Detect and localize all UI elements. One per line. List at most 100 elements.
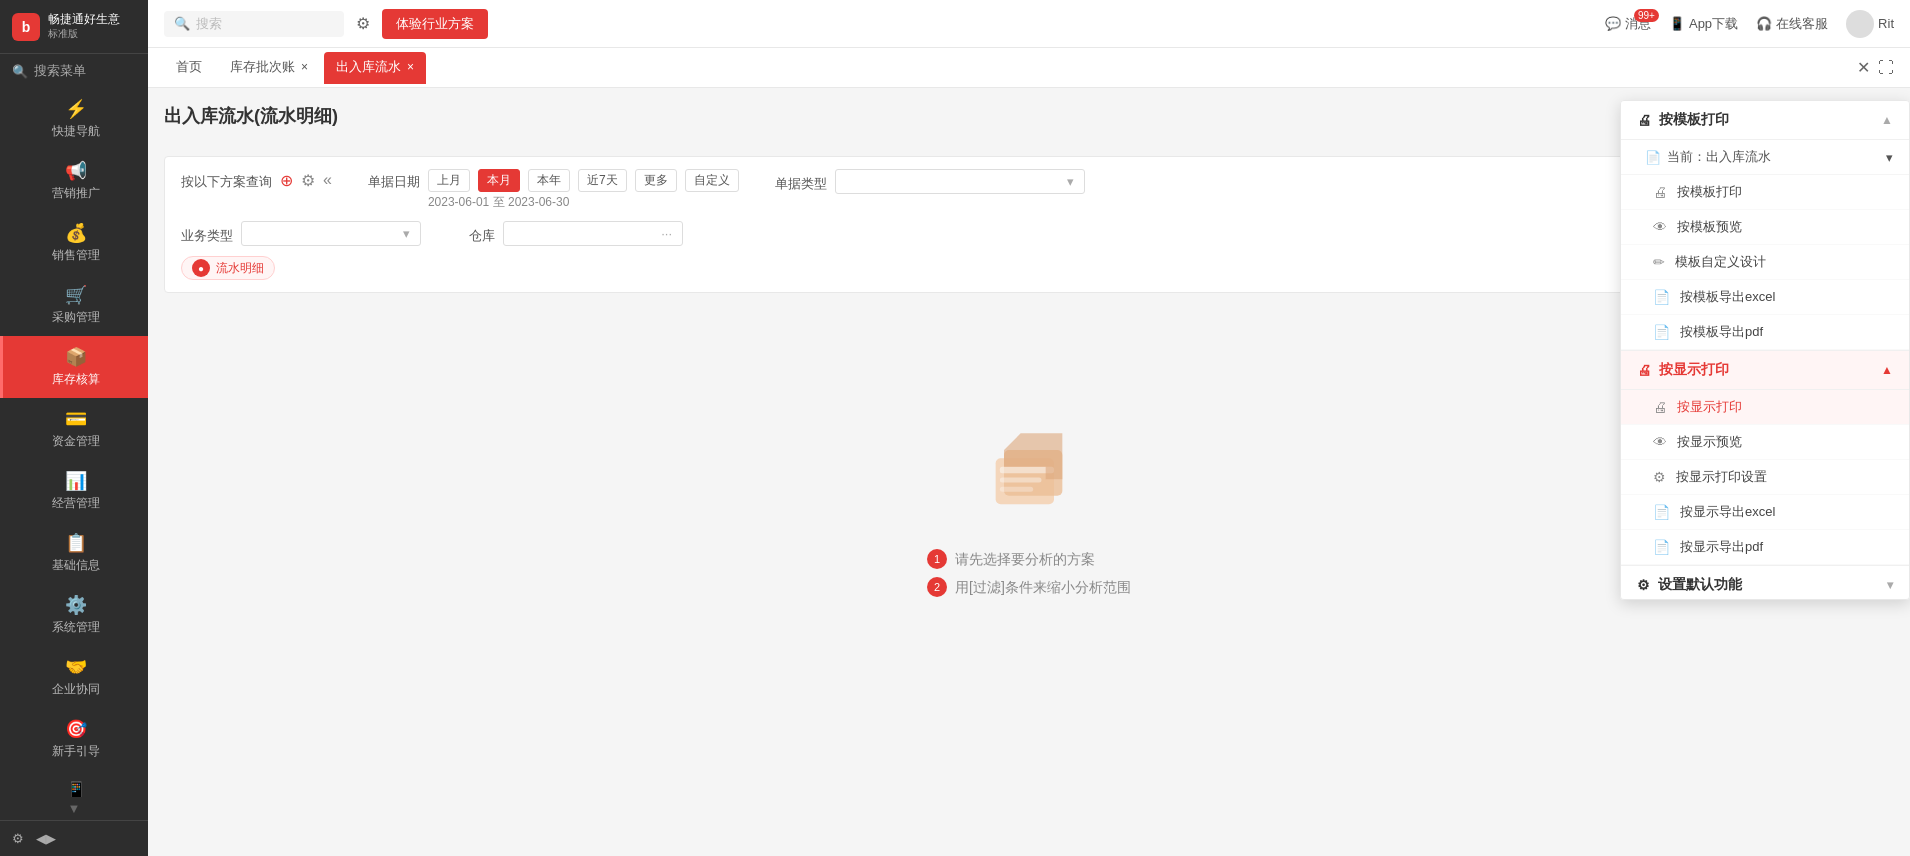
sidebar-item-basic[interactable]: 📋 基础信息 [0, 522, 148, 584]
logo-icon: b [12, 13, 40, 41]
dropdown-item-template-export-pdf[interactable]: 📄 按模板导出pdf [1621, 315, 1909, 350]
sidebar-item-finance[interactable]: 💳 资金管理 [0, 398, 148, 460]
current-template-arrow: ▾ [1886, 150, 1893, 165]
search-menu[interactable]: 🔍 搜索菜单 [0, 54, 148, 88]
pdf-item-icon1: 📄 [1653, 324, 1670, 340]
maximize-icon[interactable]: ⛶ [1878, 59, 1894, 77]
set-default-arrow: ▾ [1887, 578, 1893, 592]
display-settings-icon: ⚙ [1653, 469, 1666, 485]
warehouse-label: 仓库 [469, 223, 495, 245]
pdf-item-icon2: 📄 [1653, 539, 1670, 555]
quick-nav-icon: ⚡ [65, 98, 87, 120]
sidebar-item-label: 企业协同 [52, 681, 100, 698]
dropdown-item-display-print[interactable]: 🖨 按显示打印 [1621, 390, 1909, 425]
filter-tag: ● 流水明细 [181, 256, 275, 280]
dropdown-item-template-print[interactable]: 🖨 按模板打印 [1621, 175, 1909, 210]
dropdown-item-template-preview[interactable]: 👁 按模板预览 [1621, 210, 1909, 245]
header-search-box[interactable]: 🔍 搜索 [164, 11, 344, 37]
display-print-section-header[interactable]: 🖨 按显示打印 ▲ [1621, 351, 1909, 390]
sidebar-item-label: 销售管理 [52, 247, 100, 264]
preview-item-icon: 👁 [1653, 219, 1667, 235]
date-btn-7days[interactable]: 近7天 [578, 169, 627, 192]
date-btn-this-year[interactable]: 本年 [528, 169, 570, 192]
filter-settings-icon[interactable]: ⚙ [301, 171, 315, 190]
sidebar-item-collab[interactable]: 🤝 企业协同 [0, 646, 148, 708]
tab-home-label: 首页 [176, 58, 202, 76]
add-filter-btn[interactable]: ⊕ [280, 171, 293, 190]
sidebar-nav: ⚡ 快捷导航 📢 营销推广 💰 销售管理 🛒 采购管理 📦 库存核算 💳 资金管… [0, 88, 148, 797]
system-icon: ⚙️ [65, 594, 87, 616]
dropdown-item-template-customize[interactable]: ✏ 模板自定义设计 [1621, 245, 1909, 280]
current-template[interactable]: 📄 当前：出入库流水 ▾ [1621, 140, 1909, 175]
sidebar-item-system[interactable]: ⚙️ 系统管理 [0, 584, 148, 646]
tab-flow-label: 出入库流水 [336, 58, 401, 76]
settings-icon[interactable]: ⚙ [12, 831, 24, 846]
online-service-label: 在线客服 [1776, 15, 1828, 33]
set-default-section[interactable]: ⚙ 设置默认功能 ▾ [1621, 566, 1909, 600]
header-gear-icon[interactable]: ⚙ [356, 14, 370, 33]
excel-item-icon1: 📄 [1653, 289, 1670, 305]
dropdown-header-arrow: ▲ [1881, 113, 1893, 127]
sidebar-item-label: 基础信息 [52, 557, 100, 574]
sidebar-item-apps[interactable]: 📱 应用中心 [0, 770, 148, 797]
page-title: 出入库流水(流水明细) [164, 104, 338, 128]
customize-item-icon: ✏ [1653, 254, 1665, 270]
dropdown-item-template-export-excel[interactable]: 📄 按模板导出excel [1621, 280, 1909, 315]
tab-flow-close[interactable]: × [407, 60, 414, 74]
sidebar-item-label: 经营管理 [52, 495, 100, 512]
tag-label: 流水明细 [216, 260, 264, 277]
dropdown-item-display-export-excel[interactable]: 📄 按显示导出excel [1621, 495, 1909, 530]
doc-type-select[interactable]: ▾ [835, 169, 1085, 194]
template-export-excel-label: 按模板导出excel [1680, 288, 1775, 306]
dropdown-item-display-export-pdf[interactable]: 📄 按显示导出pdf [1621, 530, 1909, 565]
app-download-btn[interactable]: 📱 App下载 [1669, 15, 1738, 33]
sidebar-item-marketing[interactable]: 📢 营销推广 [0, 150, 148, 212]
date-btn-last-month[interactable]: 上月 [428, 169, 470, 192]
sidebar-item-quick-nav[interactable]: ⚡ 快捷导航 [0, 88, 148, 150]
sidebar-item-inventory[interactable]: 📦 库存核算 [0, 336, 148, 398]
sidebar-item-guide[interactable]: 🎯 新手引导 [0, 708, 148, 770]
step-2-text: 用[过滤]条件来缩小分析范围 [955, 573, 1131, 601]
display-export-pdf-label: 按显示导出pdf [1680, 538, 1763, 556]
tab-home[interactable]: 首页 [164, 52, 214, 84]
user-profile[interactable]: Rit [1846, 10, 1894, 38]
sidebar-item-label: 快捷导航 [52, 123, 100, 140]
warehouse-select[interactable]: ··· [503, 221, 683, 246]
tab-inventory-batch-close[interactable]: × [301, 60, 308, 74]
template-customize-label: 模板自定义设计 [1675, 253, 1766, 271]
display-preview-label: 按显示预览 [1677, 433, 1742, 451]
industry-btn[interactable]: 体验行业方案 [382, 9, 488, 39]
date-btn-more[interactable]: 更多 [635, 169, 677, 192]
message-btn[interactable]: 💬 消息 99+ [1605, 15, 1651, 33]
date-btn-this-month[interactable]: 本月 [478, 169, 520, 192]
sidebar-item-sales[interactable]: 💰 销售管理 [0, 212, 148, 274]
tab-flow[interactable]: 出入库流水 × [324, 52, 426, 84]
online-service-btn[interactable]: 🎧 在线客服 [1756, 15, 1828, 33]
tab-inventory-batch[interactable]: 库存批次账 × [218, 52, 320, 84]
dropdown-item-display-preview[interactable]: 👁 按显示预览 [1621, 425, 1909, 460]
sidebar-scroll-down[interactable]: ▼ [0, 797, 148, 820]
print-header-icon: 🖨 [1637, 112, 1651, 128]
date-btn-custom[interactable]: 自定义 [685, 169, 739, 192]
empty-icon [979, 425, 1079, 525]
display-preview-icon: 👁 [1653, 434, 1667, 450]
biz-type-select[interactable]: ▾ [241, 221, 421, 246]
filter-scheme-label: 按以下方案查询 [181, 169, 272, 191]
top-header: 🔍 搜索 ⚙ 体验行业方案 💬 消息 99+ 📱 App下载 🎧 在线客服 Ri… [148, 0, 1910, 48]
basic-icon: 📋 [65, 532, 87, 554]
dropdown-item-display-print-settings[interactable]: ⚙ 按显示打印设置 [1621, 460, 1909, 495]
filter-collapse-icon[interactable]: « [323, 171, 332, 189]
avatar [1846, 10, 1874, 38]
step-2: 2 用[过滤]条件来缩小分析范围 [927, 573, 1131, 601]
sidebar: b 畅捷通好生意 标准版 🔍 搜索菜单 ⚡ 快捷导航 📢 营销推广 💰 销售管理… [0, 0, 148, 856]
sidebar-item-label: 库存核算 [52, 371, 100, 388]
date-range: 2023-06-01 至 2023-06-30 [428, 194, 739, 211]
dropdown-header[interactable]: 🖨 按模板打印 ▲ [1621, 101, 1909, 140]
sidebar-toggle-icon[interactable]: ◀▶ [36, 831, 56, 846]
set-default-icon: ⚙ [1637, 577, 1650, 593]
sidebar-item-label: 采购管理 [52, 309, 100, 326]
template-print-label: 按模板打印 [1677, 183, 1742, 201]
minimize-icon[interactable]: ✕ [1857, 58, 1870, 77]
sidebar-item-purchase[interactable]: 🛒 采购管理 [0, 274, 148, 336]
sidebar-item-operation[interactable]: 📊 经营管理 [0, 460, 148, 522]
